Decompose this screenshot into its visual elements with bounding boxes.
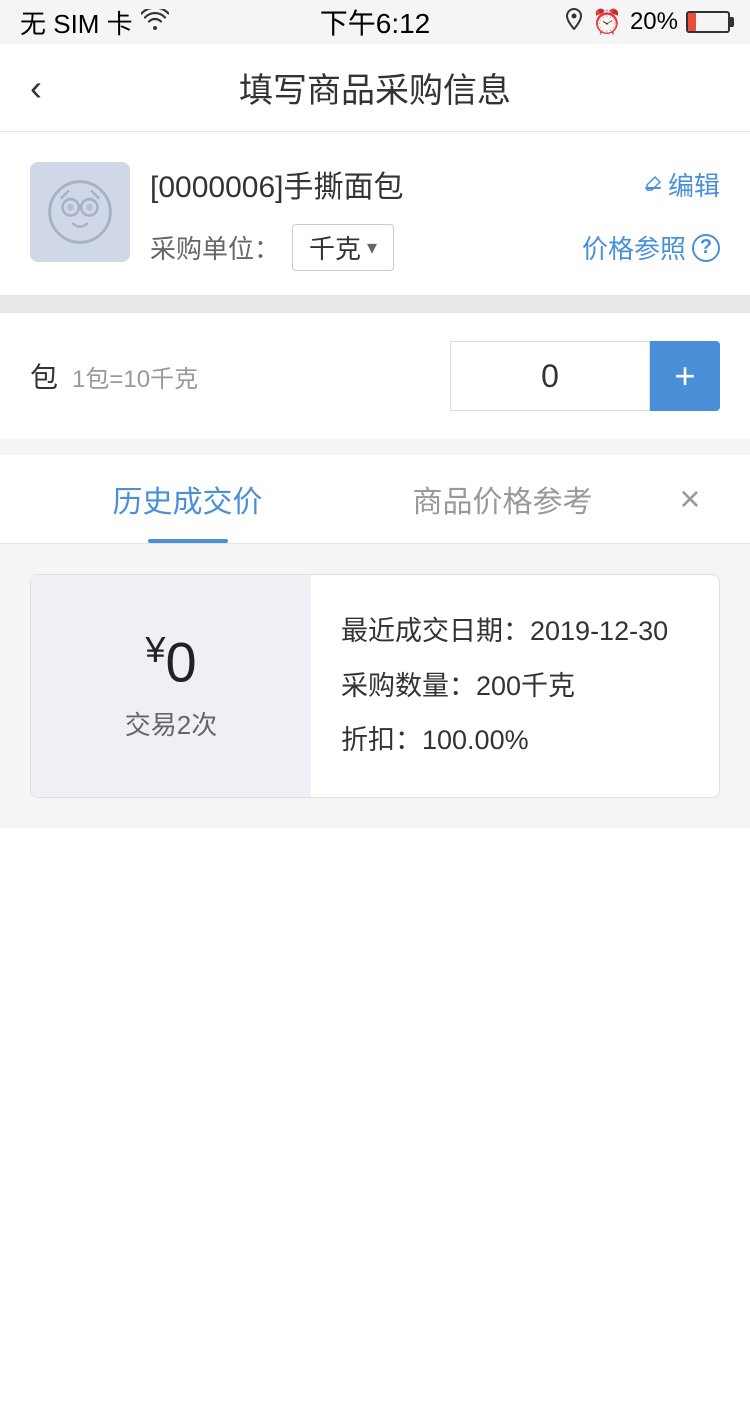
section-divider <box>0 295 750 313</box>
product-thumbnail <box>30 162 130 262</box>
status-time: 下午6:12 <box>320 2 431 42</box>
product-name: [0000006]手撕面包 <box>150 162 403 206</box>
purchase-qty-row: 采购数量：200千克 <box>341 666 689 707</box>
recent-date-value: 2019-12-30 <box>530 616 668 646</box>
qty-left: 包 1包=10千克 <box>30 356 198 396</box>
wifi-icon <box>141 7 169 38</box>
purchase-unit-row: 采购单位： 千克 ▾ 价格参照 ? <box>150 224 720 271</box>
qty-unit-label: 包 <box>30 356 58 396</box>
chevron-down-icon: ▾ <box>367 235 377 260</box>
recent-date-label: 最近成交日期： <box>341 616 530 646</box>
page-header: ‹ 填写商品采购信息 <box>0 44 750 132</box>
qty-input-wrap: 0 + <box>450 341 720 411</box>
tab-close-button[interactable]: × <box>660 469 720 529</box>
price-card-section: ¥0 交易2次 最近成交日期：2019-12-30 采购数量：200千克 折扣：… <box>0 544 750 828</box>
status-right: ⏰ 20% <box>564 8 730 37</box>
battery-label: 20% <box>630 8 678 36</box>
tab-active-indicator <box>148 539 228 543</box>
carrier-label: 无 SIM 卡 <box>20 4 133 41</box>
tab-product-price-ref[interactable]: 商品价格参考 <box>345 455 660 543</box>
purchase-unit-label: 采购单位： <box>150 229 280 266</box>
qty-conversion: 1包=10千克 <box>72 359 198 394</box>
alarm-icon: ⏰ <box>592 8 622 37</box>
price-card-right: 最近成交日期：2019-12-30 采购数量：200千克 折扣：100.00% <box>311 575 719 797</box>
page-background <box>0 828 750 1428</box>
discount-label: 折扣： <box>341 725 422 755</box>
status-left: 无 SIM 卡 <box>20 4 169 41</box>
page-title: 填写商品采购信息 <box>239 63 511 112</box>
price-card: ¥0 交易2次 最近成交日期：2019-12-30 采购数量：200千克 折扣：… <box>30 574 720 798</box>
tabs-section: 历史成交价 商品价格参考 × <box>0 455 750 544</box>
back-button[interactable]: ‹ <box>30 67 42 109</box>
discount-row: 折扣：100.00% <box>341 720 689 761</box>
product-row: [0000006]手撕面包 编辑 采购单位： 千克 ▾ <box>30 162 720 271</box>
recent-date-row: 最近成交日期：2019-12-30 <box>341 611 689 652</box>
product-info: [0000006]手撕面包 编辑 采购单位： 千克 ▾ <box>150 162 720 271</box>
trade-count: 交易2次 <box>125 705 217 742</box>
unit-dropdown[interactable]: 千克 ▾ <box>292 224 394 271</box>
currency-symbol: ¥ <box>145 629 165 670</box>
edit-button[interactable]: 编辑 <box>642 166 720 203</box>
location-icon <box>564 8 584 37</box>
quantity-section: 包 1包=10千克 0 + <box>0 313 750 439</box>
purchase-qty-label: 采购数量： <box>341 671 476 701</box>
price-display: ¥0 <box>145 629 196 695</box>
qty-input[interactable]: 0 <box>450 341 650 411</box>
price-card-left: ¥0 交易2次 <box>31 575 311 797</box>
help-icon: ? <box>692 234 720 262</box>
product-name-row: [0000006]手撕面包 编辑 <box>150 162 720 206</box>
qty-plus-button[interactable]: + <box>650 341 720 411</box>
tab-history-price[interactable]: 历史成交价 <box>30 455 345 543</box>
price-reference-button[interactable]: 价格参照 ? <box>582 229 720 266</box>
tabs-row: 历史成交价 商品价格参考 × <box>0 455 750 543</box>
discount-value: 100.00% <box>422 725 529 755</box>
purchase-qty-value: 200千克 <box>476 671 575 701</box>
product-section: [0000006]手撕面包 编辑 采购单位： 千克 ▾ <box>0 132 750 295</box>
purchase-unit-left: 采购单位： 千克 ▾ <box>150 224 394 271</box>
status-bar: 无 SIM 卡 下午6:12 ⏰ 20% <box>0 0 750 44</box>
battery-icon <box>686 11 730 33</box>
